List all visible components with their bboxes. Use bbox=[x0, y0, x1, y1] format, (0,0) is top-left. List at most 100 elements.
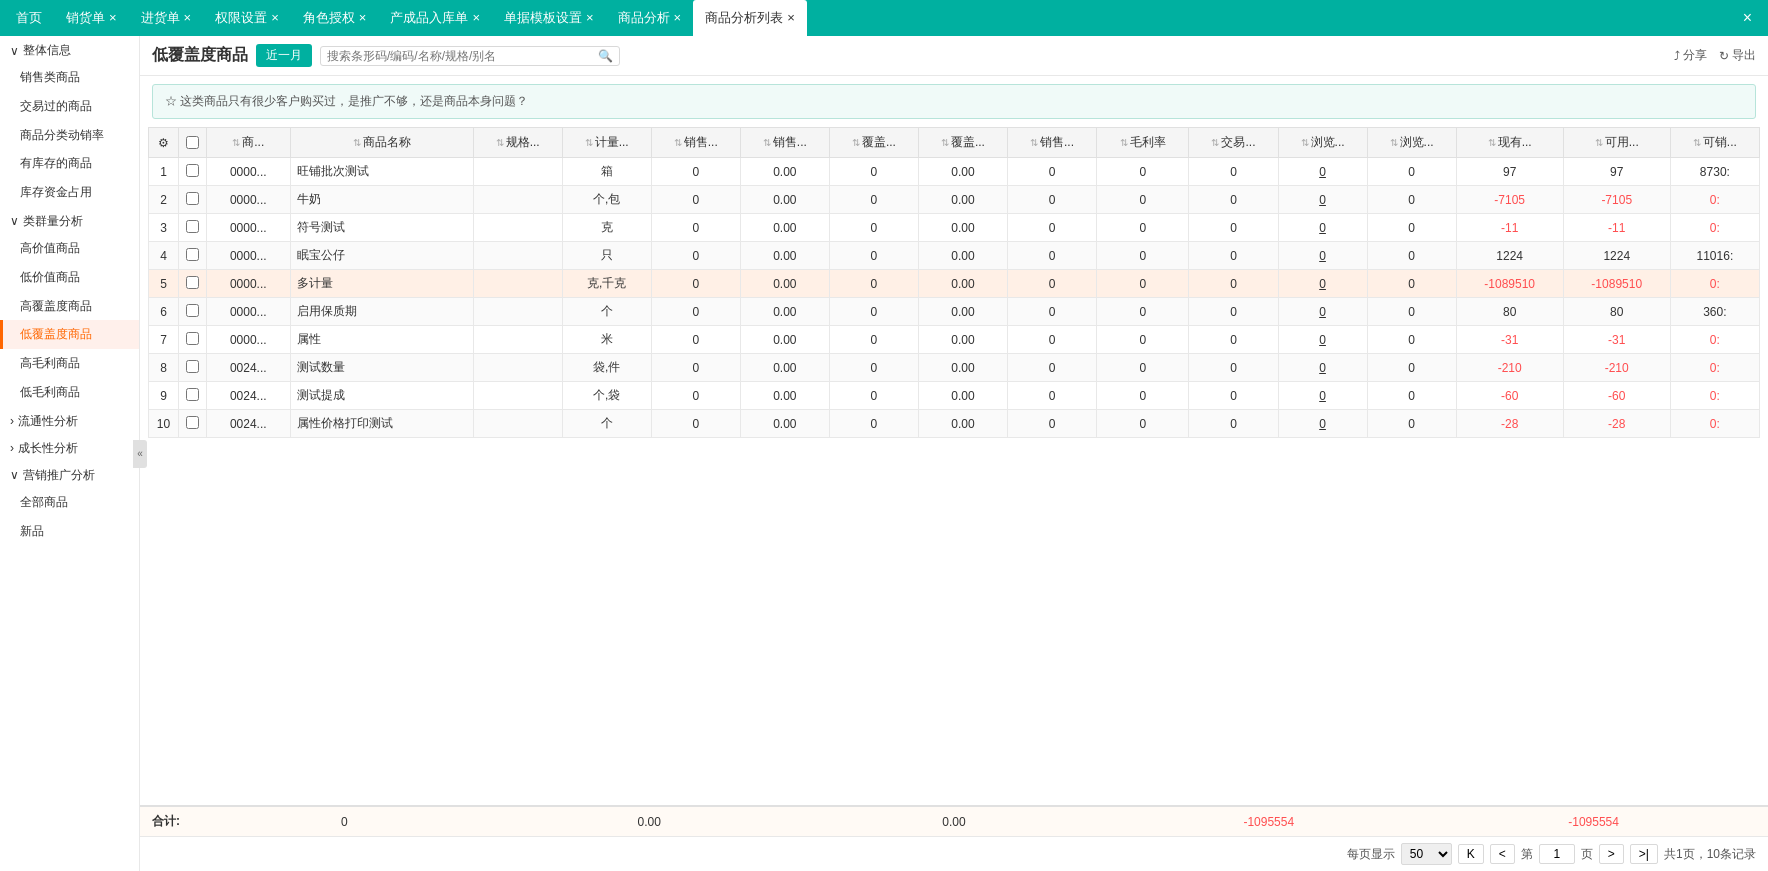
sidebar-item-new-goods[interactable]: 新品 bbox=[0, 517, 139, 546]
sidebar-group-growth[interactable]: › 成长性分析 bbox=[0, 434, 139, 461]
cell-checkbox[interactable] bbox=[179, 186, 207, 214]
sidebar-collapse-button[interactable]: « bbox=[133, 440, 147, 468]
col-sales2[interactable]: ⇅销售... bbox=[1008, 128, 1097, 158]
col-checkbox[interactable] bbox=[179, 128, 207, 158]
sidebar-item-category-rate[interactable]: 商品分类动销率 bbox=[0, 121, 139, 150]
row-checkbox[interactable] bbox=[186, 416, 199, 429]
sidebar-item-stocked-goods[interactable]: 有库存的商品 bbox=[0, 149, 139, 178]
close-icon[interactable]: × bbox=[184, 0, 192, 36]
cell-browse1[interactable]: 0 bbox=[1278, 382, 1367, 410]
cell-browse1[interactable]: 0 bbox=[1278, 326, 1367, 354]
search-icon[interactable]: 🔍 bbox=[598, 49, 613, 63]
row-checkbox[interactable] bbox=[186, 360, 199, 373]
cell-checkbox[interactable] bbox=[179, 214, 207, 242]
cell-browse1[interactable]: 0 bbox=[1278, 186, 1367, 214]
per-page-select[interactable]: 50 10 20 100 bbox=[1401, 843, 1452, 865]
close-icon[interactable]: × bbox=[271, 0, 279, 36]
col-settings[interactable]: ⚙ bbox=[149, 128, 179, 158]
cell-checkbox[interactable] bbox=[179, 382, 207, 410]
row-checkbox[interactable] bbox=[186, 304, 199, 317]
sidebar-item-sales-goods[interactable]: 销售类商品 bbox=[0, 63, 139, 92]
cell-checkbox[interactable] bbox=[179, 410, 207, 438]
col-spec[interactable]: ⇅规格... bbox=[473, 128, 562, 158]
col-cover2[interactable]: ⇅覆盖... bbox=[918, 128, 1007, 158]
sidebar-item-all-goods[interactable]: 全部商品 bbox=[0, 488, 139, 517]
cell-checkbox[interactable] bbox=[179, 242, 207, 270]
col-browse1[interactable]: ⇅浏览... bbox=[1278, 128, 1367, 158]
select-all-checkbox[interactable] bbox=[186, 136, 199, 149]
col-sales-qty[interactable]: ⇅销售... bbox=[651, 128, 740, 158]
col-sellable[interactable]: ⇅可销... bbox=[1670, 128, 1759, 158]
cell-sales-qty: 0 bbox=[651, 270, 740, 298]
period-button[interactable]: 近一月 bbox=[256, 44, 312, 67]
cell-browse1[interactable]: 0 bbox=[1278, 242, 1367, 270]
cell-checkbox[interactable] bbox=[179, 326, 207, 354]
cell-browse1[interactable]: 0 bbox=[1278, 214, 1367, 242]
cell-browse1[interactable]: 0 bbox=[1278, 410, 1367, 438]
cell-browse1[interactable]: 0 bbox=[1278, 270, 1367, 298]
prev-page-button[interactable]: < bbox=[1490, 844, 1515, 864]
share-button[interactable]: ⤴ 分享 bbox=[1674, 47, 1707, 64]
close-icon[interactable]: × bbox=[787, 0, 795, 36]
row-checkbox[interactable] bbox=[186, 220, 199, 233]
sidebar-item-low-gross[interactable]: 低毛利商品 bbox=[0, 378, 139, 407]
col-name[interactable]: ⇅商品名称 bbox=[290, 128, 473, 158]
row-checkbox[interactable] bbox=[186, 276, 199, 289]
row-checkbox[interactable] bbox=[186, 164, 199, 177]
close-icon[interactable]: × bbox=[472, 0, 480, 36]
close-icon[interactable]: × bbox=[109, 0, 117, 36]
col-unit[interactable]: ⇅计量... bbox=[562, 128, 651, 158]
col-code[interactable]: ⇅商... bbox=[207, 128, 291, 158]
col-sales-amt[interactable]: ⇅销售... bbox=[740, 128, 829, 158]
cell-browse1[interactable]: 0 bbox=[1278, 298, 1367, 326]
cell-code: 0000... bbox=[207, 158, 291, 186]
cell-browse1[interactable]: 0 bbox=[1278, 354, 1367, 382]
nav-item-home[interactable]: 首页 bbox=[4, 0, 54, 36]
cell-checkbox[interactable] bbox=[179, 270, 207, 298]
sidebar-item-traded-goods[interactable]: 交易过的商品 bbox=[0, 92, 139, 121]
sidebar-group-marketing[interactable]: ∨ 营销推广分析 bbox=[0, 461, 139, 488]
col-current[interactable]: ⇅现有... bbox=[1456, 128, 1563, 158]
sidebar-group-flow[interactable]: › 流通性分析 bbox=[0, 407, 139, 434]
sidebar-item-high-value[interactable]: 高价值商品 bbox=[0, 234, 139, 263]
nav-item-product-entry[interactable]: 产成品入库单 × bbox=[378, 0, 492, 36]
close-icon[interactable]: × bbox=[674, 0, 682, 36]
row-checkbox[interactable] bbox=[186, 332, 199, 345]
sidebar-item-low-coverage[interactable]: 低覆盖度商品 bbox=[0, 320, 139, 349]
cell-browse1[interactable]: 0 bbox=[1278, 158, 1367, 186]
nav-item-role[interactable]: 角色授权 × bbox=[291, 0, 379, 36]
close-all-button[interactable]: × bbox=[1731, 9, 1764, 27]
row-checkbox[interactable] bbox=[186, 248, 199, 261]
cell-sales2: 0 bbox=[1008, 382, 1097, 410]
last-page-button[interactable]: >| bbox=[1630, 844, 1658, 864]
col-trade[interactable]: ⇅交易... bbox=[1189, 128, 1278, 158]
col-browse2[interactable]: ⇅浏览... bbox=[1367, 128, 1456, 158]
nav-item-template[interactable]: 单据模板设置 × bbox=[492, 0, 606, 36]
close-icon[interactable]: × bbox=[359, 0, 367, 36]
export-button[interactable]: ↻ 导出 bbox=[1719, 47, 1756, 64]
sidebar-group-overview[interactable]: ∨ 整体信息 bbox=[0, 36, 139, 63]
nav-item-sales[interactable]: 销货单 × bbox=[54, 0, 129, 36]
col-gross-rate[interactable]: ⇅毛利率 bbox=[1097, 128, 1189, 158]
nav-item-analysis[interactable]: 商品分析 × bbox=[606, 0, 694, 36]
row-checkbox[interactable] bbox=[186, 388, 199, 401]
sidebar-item-capital[interactable]: 库存资金占用 bbox=[0, 178, 139, 207]
nav-item-purchase[interactable]: 进货单 × bbox=[129, 0, 204, 36]
cell-checkbox[interactable] bbox=[179, 354, 207, 382]
close-icon[interactable]: × bbox=[586, 0, 594, 36]
col-available[interactable]: ⇅可用... bbox=[1563, 128, 1670, 158]
first-page-button[interactable]: K bbox=[1458, 844, 1484, 864]
col-cover1[interactable]: ⇅覆盖... bbox=[829, 128, 918, 158]
nav-item-analysis-list[interactable]: 商品分析列表 × bbox=[693, 0, 807, 36]
nav-item-permission[interactable]: 权限设置 × bbox=[203, 0, 291, 36]
cell-checkbox[interactable] bbox=[179, 298, 207, 326]
row-checkbox[interactable] bbox=[186, 192, 199, 205]
sidebar-item-high-gross[interactable]: 高毛利商品 bbox=[0, 349, 139, 378]
next-page-button[interactable]: > bbox=[1599, 844, 1624, 864]
sidebar-item-high-coverage[interactable]: 高覆盖度商品 bbox=[0, 292, 139, 321]
search-input[interactable] bbox=[327, 49, 594, 63]
page-number-input[interactable] bbox=[1539, 844, 1575, 864]
cell-checkbox[interactable] bbox=[179, 158, 207, 186]
sidebar-group-cluster[interactable]: ∨ 类群量分析 bbox=[0, 207, 139, 234]
sidebar-item-low-value[interactable]: 低价值商品 bbox=[0, 263, 139, 292]
